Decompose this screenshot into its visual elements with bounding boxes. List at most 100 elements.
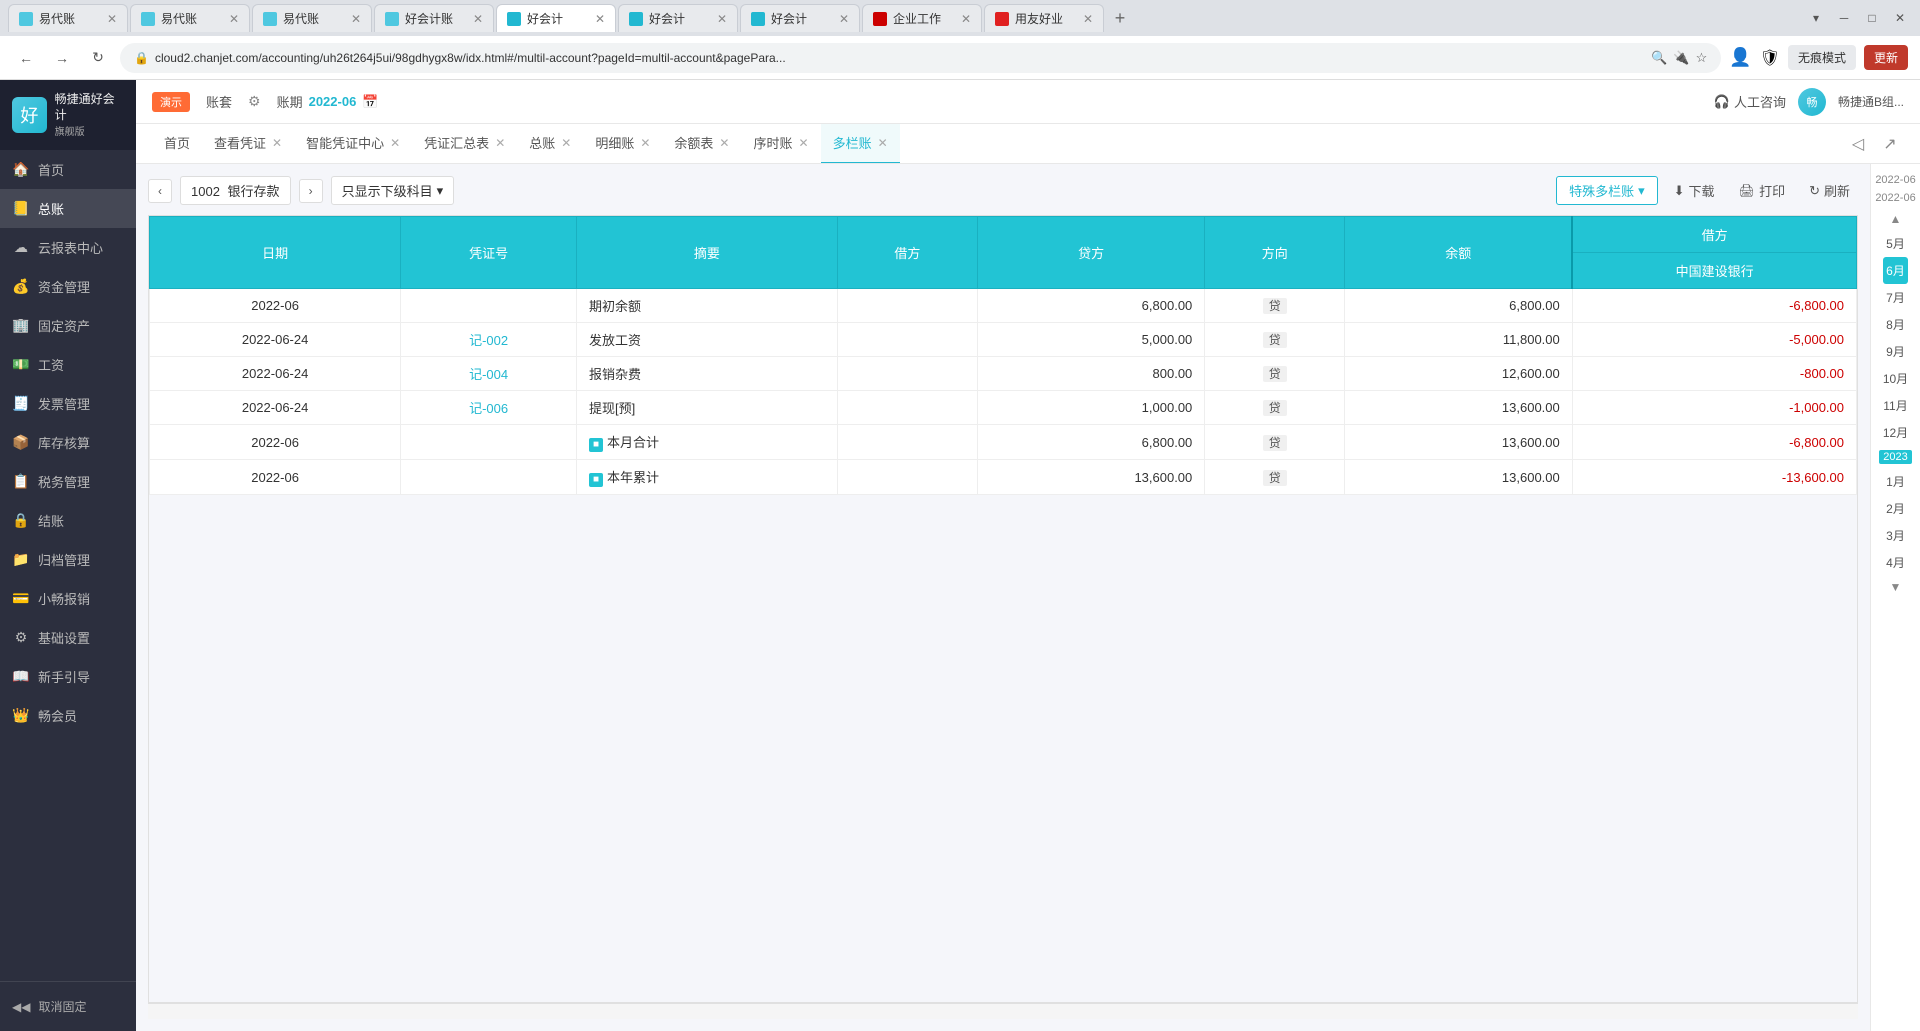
tab-sequence-ledger[interactable]: 序时账 ✕ — [741, 124, 820, 164]
maximize-button[interactable]: □ — [1860, 6, 1884, 30]
month-nav-item[interactable]: 5月 — [1879, 230, 1911, 257]
sidebar-item-invoice[interactable]: 🧾 发票管理 — [0, 384, 136, 423]
collapse-panel-button[interactable]: ◁ — [1844, 130, 1872, 158]
month-nav-item[interactable]: 2月 — [1879, 495, 1911, 522]
tab-close-9[interactable]: ✕ — [1083, 12, 1093, 26]
tab-summary-close[interactable]: ✕ — [495, 136, 505, 150]
tab-smart-close[interactable]: ✕ — [390, 136, 400, 150]
month-nav-item[interactable]: 3月 — [1879, 522, 1911, 549]
cell-bank: -13,600.00 — [1572, 460, 1856, 495]
browser-tab-8[interactable]: 企业工作 ✕ — [862, 4, 982, 32]
refresh-action-button[interactable]: ↻ 刷新 — [1801, 177, 1858, 204]
tab-balance-close[interactable]: ✕ — [719, 136, 729, 150]
browser-tab-7[interactable]: 好会计 ✕ — [740, 4, 860, 32]
month-nav-item[interactable]: 11月 — [1879, 392, 1911, 419]
tab-general-ledger[interactable]: 总账 ✕ — [517, 124, 583, 164]
cell-voucher[interactable]: 记-006 — [401, 391, 577, 425]
bottom-scrollbar[interactable] — [148, 1003, 1858, 1019]
month-nav-item[interactable]: 8月 — [1879, 311, 1911, 338]
extension-icon[interactable]: 🔌 — [1673, 50, 1689, 66]
print-button[interactable]: 🖨 打印 — [1731, 177, 1794, 204]
next-account-button[interactable]: › — [299, 179, 323, 203]
sidebar-item-salary[interactable]: 💵 工资 — [0, 345, 136, 384]
tab-vouchers[interactable]: 查看凭证 ✕ — [202, 124, 294, 164]
scroll-down-button[interactable]: ▼ — [1871, 576, 1920, 598]
sidebar-item-member[interactable]: 👑 畅会员 — [0, 696, 136, 735]
tab-close-1[interactable]: ✕ — [107, 12, 117, 26]
browser-tab-4[interactable]: 好会计账 ✕ — [374, 4, 494, 32]
month-nav-item[interactable]: 7月 — [1879, 284, 1911, 311]
new-tab-button[interactable]: + — [1106, 4, 1134, 32]
sidebar-item-archive[interactable]: 📁 归档管理 — [0, 540, 136, 579]
sidebar-item-home[interactable]: 🏠 首页 — [0, 150, 136, 189]
customer-service[interactable]: 🎧 人工咨询 — [1714, 92, 1786, 111]
tab-detail-ledger[interactable]: 明细账 ✕ — [583, 124, 662, 164]
month-nav-item[interactable]: 10月 — [1879, 365, 1911, 392]
tab-close-4[interactable]: ✕ — [473, 12, 483, 26]
month-nav-item[interactable]: 9月 — [1879, 338, 1911, 365]
sidebar-item-close[interactable]: 🔒 结账 — [0, 501, 136, 540]
sidebar-item-settings[interactable]: ⚙ 基础设置 — [0, 618, 136, 657]
update-button[interactable]: 更新 — [1864, 45, 1908, 70]
browser-tab-5[interactable]: 好会计 ✕ — [496, 4, 616, 32]
expand-panel-button[interactable]: ↗ — [1876, 130, 1904, 158]
cell-voucher[interactable]: 记-002 — [401, 323, 577, 357]
feature-button[interactable]: 特殊多栏账 ▾ — [1556, 176, 1658, 205]
tab-close-5[interactable]: ✕ — [595, 12, 605, 26]
tab-home[interactable]: 首页 — [152, 124, 202, 164]
unpin-button[interactable]: ◀◀ 取消固定 — [12, 992, 124, 1021]
close-window-button[interactable]: ✕ — [1888, 6, 1912, 30]
no-trace-button[interactable]: 无痕模式 — [1788, 45, 1856, 70]
forward-button[interactable]: → — [48, 44, 76, 72]
tab-general-close[interactable]: ✕ — [561, 136, 571, 150]
sidebar-item-ledger[interactable]: 📒 总账 — [0, 189, 136, 228]
tab-detail-close[interactable]: ✕ — [640, 136, 650, 150]
tab-list-button[interactable]: ▾ — [1804, 6, 1828, 30]
tab-vouchers-close[interactable]: ✕ — [272, 136, 282, 150]
sidebar-item-tax[interactable]: 📋 税务管理 — [0, 462, 136, 501]
tab-close-6[interactable]: ✕ — [717, 12, 727, 26]
sidebar-item-cloud-report[interactable]: ☁ 云报表中心 — [0, 228, 136, 267]
tab-close-2[interactable]: ✕ — [229, 12, 239, 26]
sidebar-item-fixed-assets[interactable]: 🏢 固定资产 — [0, 306, 136, 345]
browser-tab-2[interactable]: 易代账 ✕ — [130, 4, 250, 32]
prev-account-button[interactable]: ‹ — [148, 179, 172, 203]
month-nav-item[interactable]: 6月 — [1883, 257, 1907, 284]
month-nav-item[interactable]: 4月 — [1879, 549, 1911, 576]
tab-balance-table[interactable]: 余额表 ✕ — [662, 124, 741, 164]
bookmark-icon[interactable]: ☆ — [1696, 50, 1708, 66]
month-nav-item[interactable]: 12月 — [1879, 419, 1911, 446]
cell-voucher[interactable]: 记-004 — [401, 357, 577, 391]
calendar-icon[interactable]: 📅 — [362, 94, 378, 110]
back-button[interactable]: ← — [12, 44, 40, 72]
url-bar[interactable]: 🔒 cloud2.chanjet.com/accounting/uh26t264… — [120, 43, 1721, 73]
shield-icon[interactable]: 🛡 — [1760, 48, 1780, 68]
tab-multi-close[interactable]: ✕ — [878, 136, 888, 150]
browser-tab-6[interactable]: 好会计 ✕ — [618, 4, 738, 32]
settings-gear-icon[interactable]: ⚙ — [248, 93, 261, 110]
account-selector[interactable]: 1002 银行存款 — [180, 176, 291, 205]
tab-multi-column[interactable]: 多栏账 ✕ — [821, 124, 900, 164]
sidebar-item-expense[interactable]: 💳 小畅报销 — [0, 579, 136, 618]
tab-close-3[interactable]: ✕ — [351, 12, 361, 26]
sidebar-item-guide[interactable]: 📖 新手引导 — [0, 657, 136, 696]
month-nav-item[interactable]: 1月 — [1879, 468, 1911, 495]
tab-sequence-close[interactable]: ✕ — [799, 136, 809, 150]
tab-close-8[interactable]: ✕ — [961, 12, 971, 26]
search-icon[interactable]: 🔍 — [1651, 50, 1667, 66]
refresh-button[interactable]: ↻ — [84, 44, 112, 72]
sidebar-item-inventory[interactable]: 📦 库存核算 — [0, 423, 136, 462]
tab-smart-voucher[interactable]: 智能凭证中心 ✕ — [294, 124, 412, 164]
filter-dropdown[interactable]: 只显示下级科目 ▾ — [331, 176, 455, 205]
tab-title-2: 易代账 — [161, 10, 223, 27]
minimize-button[interactable]: ─ — [1832, 6, 1856, 30]
download-button[interactable]: ⬇ 下载 — [1666, 177, 1723, 204]
tab-voucher-summary[interactable]: 凭证汇总表 ✕ — [412, 124, 517, 164]
browser-tab-9[interactable]: 用友好业 ✕ — [984, 4, 1104, 32]
profile-icon[interactable]: 👤 — [1729, 47, 1751, 68]
scroll-up-button[interactable]: ▲ — [1871, 208, 1920, 230]
sidebar-item-fund[interactable]: 💰 资金管理 — [0, 267, 136, 306]
browser-tab-1[interactable]: 易代账 ✕ — [8, 4, 128, 32]
browser-tab-3[interactable]: 易代账 ✕ — [252, 4, 372, 32]
tab-close-7[interactable]: ✕ — [839, 12, 849, 26]
